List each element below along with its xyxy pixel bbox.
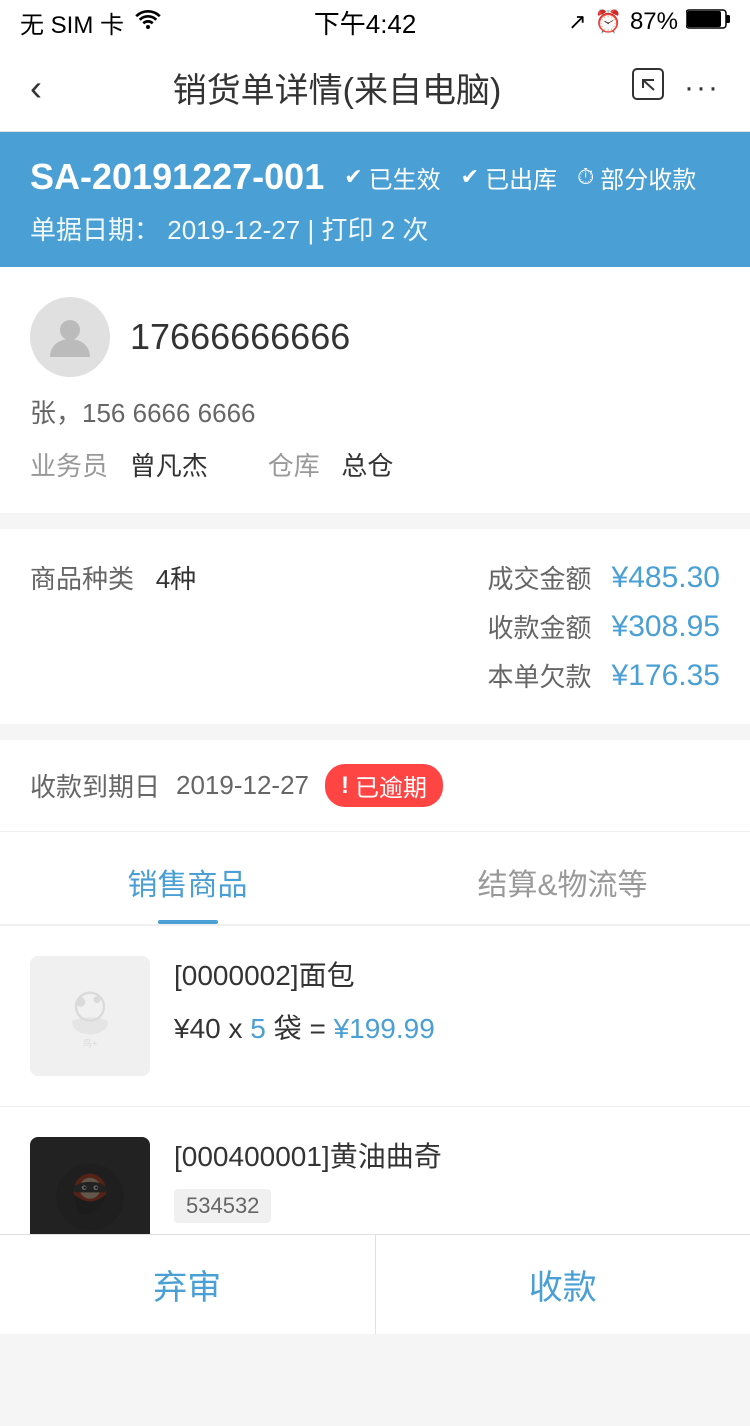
- check-icon-1: ✔: [344, 164, 362, 190]
- check-icon-2: ✔: [461, 164, 479, 190]
- product-price-1: ¥40 x 5 袋 = ¥199.99: [174, 1007, 720, 1047]
- status-carrier: 无 SIM 卡: [20, 5, 162, 40]
- clock-icon: ⏱: [577, 164, 594, 190]
- overdue-badge: ! 已逾期: [325, 764, 443, 807]
- stats-left: 商品种类 4种: [30, 559, 196, 596]
- nav-right: ···: [632, 68, 720, 108]
- share-icon[interactable]: [632, 68, 664, 108]
- alarm-icon: ⏰: [595, 9, 622, 35]
- exclamation-icon: !: [341, 772, 349, 800]
- tab-products[interactable]: 销售商品: [0, 832, 375, 924]
- status-bar: 无 SIM 卡 下午4:42 ↗ ⏰ 87%: [0, 0, 750, 44]
- received-value: ¥308.95: [612, 610, 720, 644]
- location-icon: ↗: [568, 9, 586, 35]
- status-right: ↗ ⏰ 87%: [568, 8, 730, 37]
- transaction-row: 成交金额 ¥485.30: [488, 559, 720, 596]
- nav-bar: ‹ 销货单详情(来自电脑) ···: [0, 44, 750, 132]
- warehouse-name: 总仓: [341, 451, 393, 481]
- category-item: 商品种类 4种: [30, 559, 196, 596]
- wifi-icon: [134, 8, 162, 36]
- warehouse-label: 仓库 总仓: [268, 446, 394, 483]
- order-id: SA-20191227-001: [30, 156, 324, 198]
- abandon-review-button[interactable]: 弃审: [0, 1235, 376, 1334]
- status-time: 下午4:42: [314, 4, 417, 41]
- debt-row: 本单欠款 ¥176.35: [488, 657, 720, 694]
- stats-grid: 商品种类 4种 成交金额 ¥485.30 收款金额 ¥308.95 本单欠款 ¥…: [30, 559, 720, 694]
- print-info: | 打印 2 次: [307, 215, 428, 245]
- product-name-2: [000400001]黄油曲奇: [174, 1137, 720, 1176]
- transaction-value: ¥485.30: [612, 561, 720, 595]
- status-badge-3: ⏱ 部分收款: [577, 160, 696, 195]
- bottom-bar: 弃审 收款: [0, 1234, 750, 1334]
- status-badge-2: ✔ 已出库: [461, 160, 557, 195]
- customer-section: 17666666666 张，156 6666 6666 业务员 曾凡杰 仓库 总…: [0, 267, 750, 513]
- sales-label: 业务员 曾凡杰: [30, 446, 208, 483]
- date-label: 单据日期：: [30, 215, 160, 245]
- customer-meta: 业务员 曾凡杰 仓库 总仓: [30, 446, 720, 483]
- svg-text:鸟+: 鸟+: [83, 1037, 98, 1048]
- customer-id: 17666666666: [130, 316, 350, 358]
- nav-left: ‹: [30, 67, 42, 109]
- tabs-section: 销售商品 结算&物流等: [0, 832, 750, 926]
- tab-bar: 销售商品 结算&物流等: [0, 832, 750, 924]
- back-button[interactable]: ‹: [30, 67, 42, 109]
- order-date-row: 单据日期： 2019-12-27 | 打印 2 次: [30, 210, 720, 247]
- due-label: 收款到期日: [30, 767, 160, 804]
- list-item: 鸟+ [0000002]面包 ¥40 x 5 袋 = ¥199.99: [0, 926, 750, 1107]
- order-id-row: SA-20191227-001 ✔ 已生效 ✔ 已出库 ⏱ 部分收款: [30, 156, 720, 198]
- due-date: 2019-12-27: [176, 770, 309, 801]
- product-tag-2: 534532: [174, 1189, 271, 1223]
- product-info-1: [0000002]面包 ¥40 x 5 袋 = ¥199.99: [174, 956, 720, 1047]
- battery-text: 87%: [630, 8, 678, 36]
- product-name-1: [0000002]面包: [174, 956, 720, 995]
- debt-value: ¥176.35: [612, 659, 720, 693]
- received-row: 收款金额 ¥308.95: [488, 608, 720, 645]
- avatar: [30, 297, 110, 377]
- product-thumb-1: 鸟+: [30, 956, 150, 1076]
- overdue-text: 已逾期: [355, 768, 427, 803]
- order-header: SA-20191227-001 ✔ 已生效 ✔ 已出库 ⏱ 部分收款 单据日期：…: [0, 132, 750, 267]
- stats-section: 商品种类 4种 成交金额 ¥485.30 收款金额 ¥308.95 本单欠款 ¥…: [0, 529, 750, 724]
- page-title: 销货单详情(来自电脑): [173, 63, 502, 112]
- carrier-text: 无 SIM 卡: [20, 5, 124, 40]
- order-date: 2019-12-27: [167, 215, 300, 245]
- battery-icon: [686, 8, 730, 37]
- customer-phone: 张，156 6666 6666: [30, 393, 720, 430]
- status-badge-1: ✔ 已生效: [344, 160, 440, 195]
- due-section: 收款到期日 2019-12-27 ! 已逾期: [0, 740, 750, 832]
- customer-row: 17666666666: [30, 297, 720, 377]
- sales-name: 曾凡杰: [130, 451, 208, 481]
- tab-settlement[interactable]: 结算&物流等: [375, 832, 750, 924]
- stats-right: 成交金额 ¥485.30 收款金额 ¥308.95 本单欠款 ¥176.35: [488, 559, 720, 694]
- more-icon[interactable]: ···: [684, 71, 720, 105]
- collect-payment-button[interactable]: 收款: [376, 1235, 750, 1334]
